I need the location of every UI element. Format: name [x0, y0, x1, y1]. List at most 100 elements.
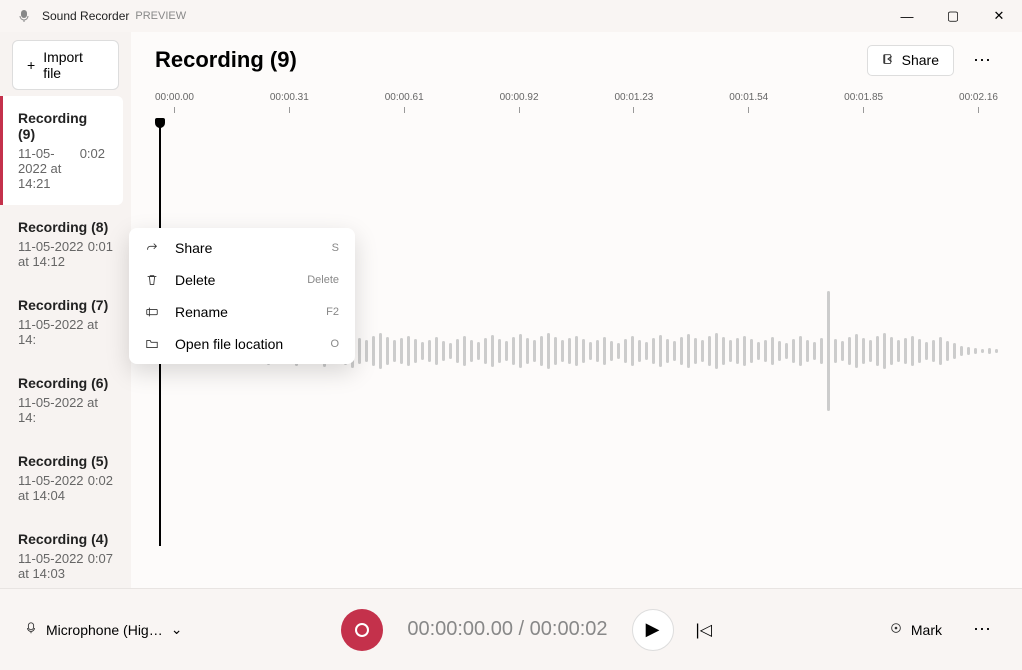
waveform-bar	[785, 343, 788, 359]
waveform-bar	[477, 342, 480, 360]
waveform-bar	[897, 340, 900, 362]
app-icon	[16, 8, 32, 24]
waveform-bar	[519, 334, 522, 368]
waveform-bar	[673, 341, 676, 361]
context-menu-label: Open file location	[175, 336, 283, 352]
timeline-tick: 00:00.00	[155, 92, 194, 113]
context-menu-shortcut: O	[330, 338, 339, 350]
waveform-bar	[820, 338, 823, 364]
recording-date: 11-05-2022 at 14:12	[18, 239, 88, 269]
recording-title: Recording (7)	[18, 297, 113, 313]
waveform-bar	[974, 348, 977, 354]
context-menu-share[interactable]: Share S	[133, 232, 351, 264]
list-item[interactable]: Recording (9) 11-05-2022 at 14:210:02	[0, 96, 123, 205]
share-button[interactable]: Share	[867, 45, 954, 76]
import-file-button[interactable]: + Import file	[12, 40, 119, 90]
waveform-bar	[624, 339, 627, 363]
timeline-tick: 00:01.85	[844, 92, 883, 113]
mark-icon	[889, 621, 903, 638]
skip-back-icon: |◁	[696, 622, 712, 639]
time-separator: /	[519, 618, 530, 640]
waveform-bar	[358, 338, 361, 364]
mic-label: Microphone (Hig…	[46, 622, 163, 638]
waveform-bar	[806, 340, 809, 362]
recording-date: 11-05-2022 at 14:04	[18, 473, 88, 503]
waveform-bar	[603, 337, 606, 365]
minimize-button[interactable]: —	[884, 0, 930, 32]
timeline[interactable]: 00:00.0000:00.3100:00.6100:00.9200:01.23…	[131, 84, 1022, 113]
waveform-bar	[946, 341, 949, 361]
microphone-select[interactable]: Microphone (Hig… ⌄	[24, 621, 182, 638]
waveform-bar	[764, 340, 767, 362]
list-item[interactable]: Recording (5) 11-05-2022 at 14:040:02	[0, 439, 131, 517]
waveform-bar	[435, 337, 438, 365]
context-menu-shortcut: S	[332, 242, 339, 254]
waveform-bar	[743, 336, 746, 366]
waveform-bar	[939, 337, 942, 365]
context-menu-open-file-location[interactable]: Open file location O	[133, 328, 351, 360]
recording-title: Recording (4)	[18, 531, 113, 547]
more-options-button[interactable]: ⋯	[966, 44, 998, 76]
context-menu-delete[interactable]: Delete Delete	[133, 264, 351, 296]
waveform-bar	[442, 341, 445, 361]
recording-duration: 0:02	[88, 473, 113, 503]
mic-icon	[24, 621, 38, 638]
maximize-button[interactable]: ▢	[930, 0, 976, 32]
waveform-bar	[540, 336, 543, 366]
sidebar: + Import file Recording (9) 11-05-2022 a…	[0, 32, 131, 588]
context-menu: Share S Delete Delete Rename F2 Open fil…	[129, 228, 355, 364]
waveform-bar	[575, 336, 578, 366]
waveform-bar	[750, 339, 753, 363]
waveform-bar	[722, 337, 725, 365]
waveform-bar	[666, 339, 669, 363]
waveform-bar	[778, 341, 781, 361]
close-button[interactable]: ✕	[976, 0, 1022, 32]
list-item[interactable]: Recording (4) 11-05-2022 at 14:030:07	[0, 517, 131, 588]
bottom-more-button[interactable]: ⋯	[966, 614, 998, 646]
share-icon	[145, 241, 165, 255]
waveform-bar	[680, 337, 683, 365]
waveform-bar	[421, 342, 424, 360]
current-time: 00:00:00.00	[407, 618, 513, 640]
list-item[interactable]: Recording (7) 11-05-2022 at 14:	[0, 283, 131, 361]
recording-duration: 0:07	[88, 551, 113, 581]
waveform-bar	[610, 341, 613, 361]
waveform-bar	[561, 340, 564, 362]
list-item[interactable]: Recording (8) 11-05-2022 at 14:120:01	[0, 205, 131, 283]
waveform-bar	[918, 339, 921, 363]
waveform-bar	[617, 343, 620, 359]
waveform-bar	[596, 340, 599, 362]
app-name: Sound Recorder	[42, 9, 129, 23]
list-item[interactable]: Recording (6) 11-05-2022 at 14:	[0, 361, 131, 439]
waveform-bar	[631, 336, 634, 366]
waveform-bar	[855, 334, 858, 368]
recording-title: Recording (8)	[18, 219, 113, 235]
mark-button[interactable]: Mark	[879, 615, 952, 644]
record-button[interactable]	[341, 609, 383, 651]
waveform-bar	[715, 333, 718, 369]
context-menu-label: Delete	[175, 272, 215, 288]
waveform-bar	[834, 339, 837, 363]
previous-button[interactable]: |◁	[688, 620, 720, 640]
waveform-bar	[498, 339, 501, 363]
waveform-bar	[995, 349, 998, 353]
recording-date: 11-05-2022 at 14:21	[18, 146, 80, 191]
play-button[interactable]: ▶	[632, 609, 674, 651]
waveform-bar	[771, 337, 774, 365]
waveform-bar	[708, 336, 711, 366]
waveform-bar	[463, 336, 466, 366]
chevron-down-icon: ⌄	[171, 621, 183, 638]
page-title: Recording (9)	[155, 47, 855, 73]
import-label: Import file	[43, 49, 104, 81]
waveform-bar	[792, 339, 795, 363]
waveform-bar	[988, 348, 991, 354]
context-menu-rename[interactable]: Rename F2	[133, 296, 351, 328]
waveform-bar	[512, 337, 515, 365]
rename-icon	[145, 305, 165, 319]
waveform-bar	[932, 340, 935, 362]
play-icon: ▶	[646, 619, 660, 640]
waveform-bar	[372, 336, 375, 366]
waveform-bar	[890, 337, 893, 365]
waveform-bar	[701, 340, 704, 362]
waveform-bar	[582, 339, 585, 363]
